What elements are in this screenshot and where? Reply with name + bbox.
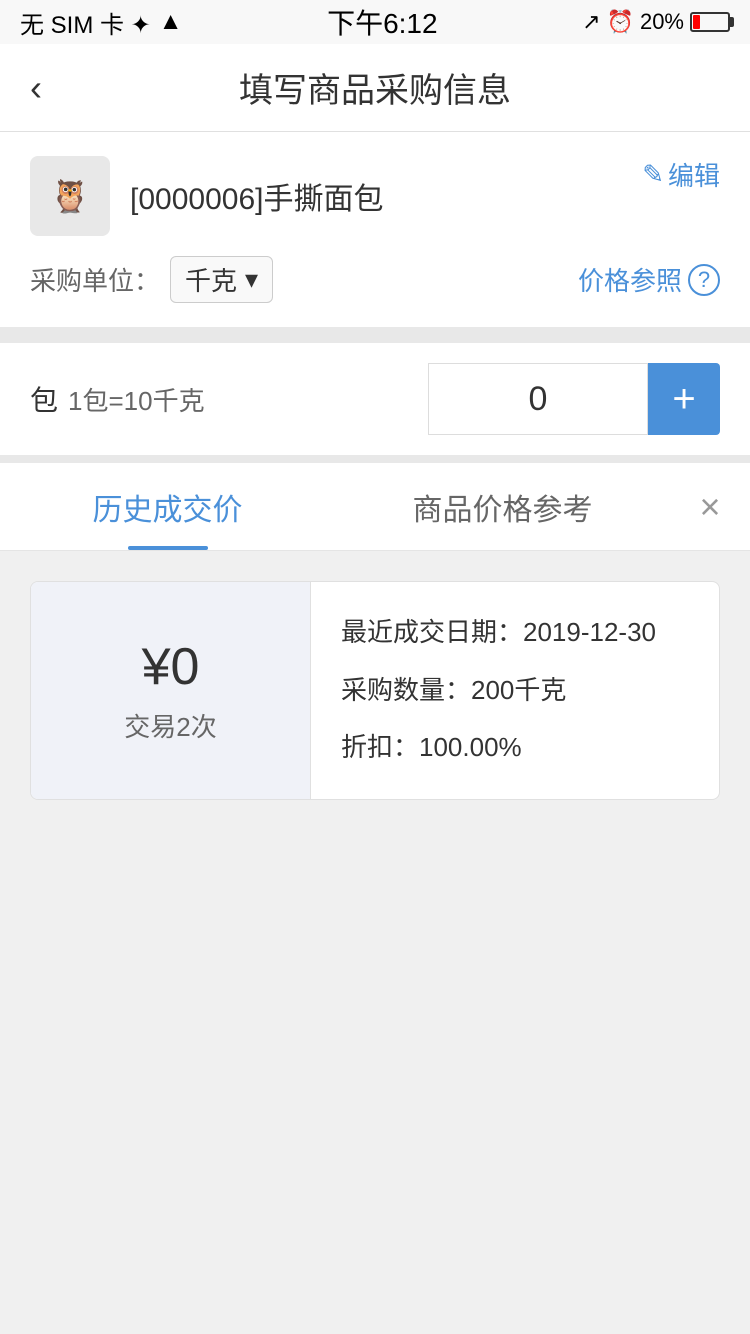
price-ref-button[interactable]: 价格参照 ? [578,261,720,298]
transaction-discount: 折扣：100.00% [341,727,689,769]
transaction-qty: 采购数量：200千克 [341,670,689,712]
date-value: 2019-12-30 [523,617,656,647]
time-display: 下午6:12 [327,2,438,42]
page-title: 填写商品采购信息 [239,63,511,112]
quantity-label: 包 1包=10千克 [30,379,205,419]
edit-icon: ✎ [642,159,664,190]
edit-button[interactable]: ✎ 编辑 [642,156,720,193]
unit-dropdown-arrow: ▾ [245,264,258,295]
wifi-icon: ▲ [159,8,183,36]
date-label: 最近成交日期： [341,617,523,647]
qty-label: 采购数量： [341,675,471,705]
price-ref-help-icon[interactable]: ? [688,264,720,296]
tabs-close-button[interactable]: × [670,486,750,528]
transaction-price: ¥0 [142,637,200,697]
product-left: 🦉 [0000006]手撕面包 [30,156,383,236]
product-thumb-icon: 🦉 [50,177,90,215]
status-bar: 无 SIM 卡 ✦ ▲ 下午6:12 ↗ ⏰ 20% [0,0,750,44]
unit-value: 千克 [185,261,237,298]
unit-select[interactable]: 千克 ▾ [170,256,273,303]
alarm-icon: ⏰ [607,9,634,35]
quantity-input[interactable] [428,363,648,435]
status-right: ↗ ⏰ 20% [582,9,730,35]
tab-price-ref-label: 商品价格参考 [413,485,593,529]
content-area: ¥0 交易2次 最近成交日期：2019-12-30 采购数量：200千克 折扣：… [0,551,750,1051]
edit-label: 编辑 [668,156,720,193]
pkg-ratio-label: 1包=10千克 [68,381,205,418]
tabs-container: 历史成交价 商品价格参考 × [0,463,750,551]
discount-value: 100.00% [419,732,522,762]
unit-label: 采购单位： [30,261,160,298]
quantity-increment-button[interactable]: + [648,363,720,435]
transaction-count: 交易2次 [124,707,216,744]
quantity-row: 包 1包=10千克 + [0,343,750,455]
product-name: [0000006]手撕面包 [130,174,383,218]
tab-history-label: 历史成交价 [93,485,243,529]
transaction-date: 最近成交日期：2019-12-30 [341,612,689,654]
sim-text: 无 SIM 卡 ✦ [20,5,151,40]
battery-pct: 20% [640,9,684,35]
product-thumbnail: 🦉 [30,156,110,236]
qty-value: 200千克 [471,675,566,705]
transaction-summary: ¥0 交易2次 [31,582,311,799]
price-ref-label: 价格参照 [578,261,682,298]
pkg-unit-label: 包 [30,379,58,419]
battery-icon [690,12,730,32]
product-unit-row: 采购单位： 千克 ▾ 价格参照 ? [30,256,720,303]
product-section: 🦉 [0000006]手撕面包 ✎ 编辑 采购单位： 千克 ▾ 价格参照 ? [0,132,750,327]
tab-price-reference[interactable]: 商品价格参考 [335,463,670,550]
tab-history-price[interactable]: 历史成交价 [0,463,335,550]
section-divider [0,327,750,343]
transaction-details: 最近成交日期：2019-12-30 采购数量：200千克 折扣：100.00% [311,582,719,799]
transaction-card: ¥0 交易2次 最近成交日期：2019-12-30 采购数量：200千克 折扣：… [30,581,720,800]
status-left: 无 SIM 卡 ✦ ▲ [20,5,183,40]
product-header: 🦉 [0000006]手撕面包 ✎ 编辑 [30,156,720,236]
location-icon: ↗ [582,9,600,35]
content-divider [0,455,750,463]
quantity-controls: + [428,363,720,435]
back-button[interactable]: ‹ [20,57,52,119]
discount-label: 折扣： [341,732,419,762]
nav-bar: ‹ 填写商品采购信息 [0,44,750,132]
